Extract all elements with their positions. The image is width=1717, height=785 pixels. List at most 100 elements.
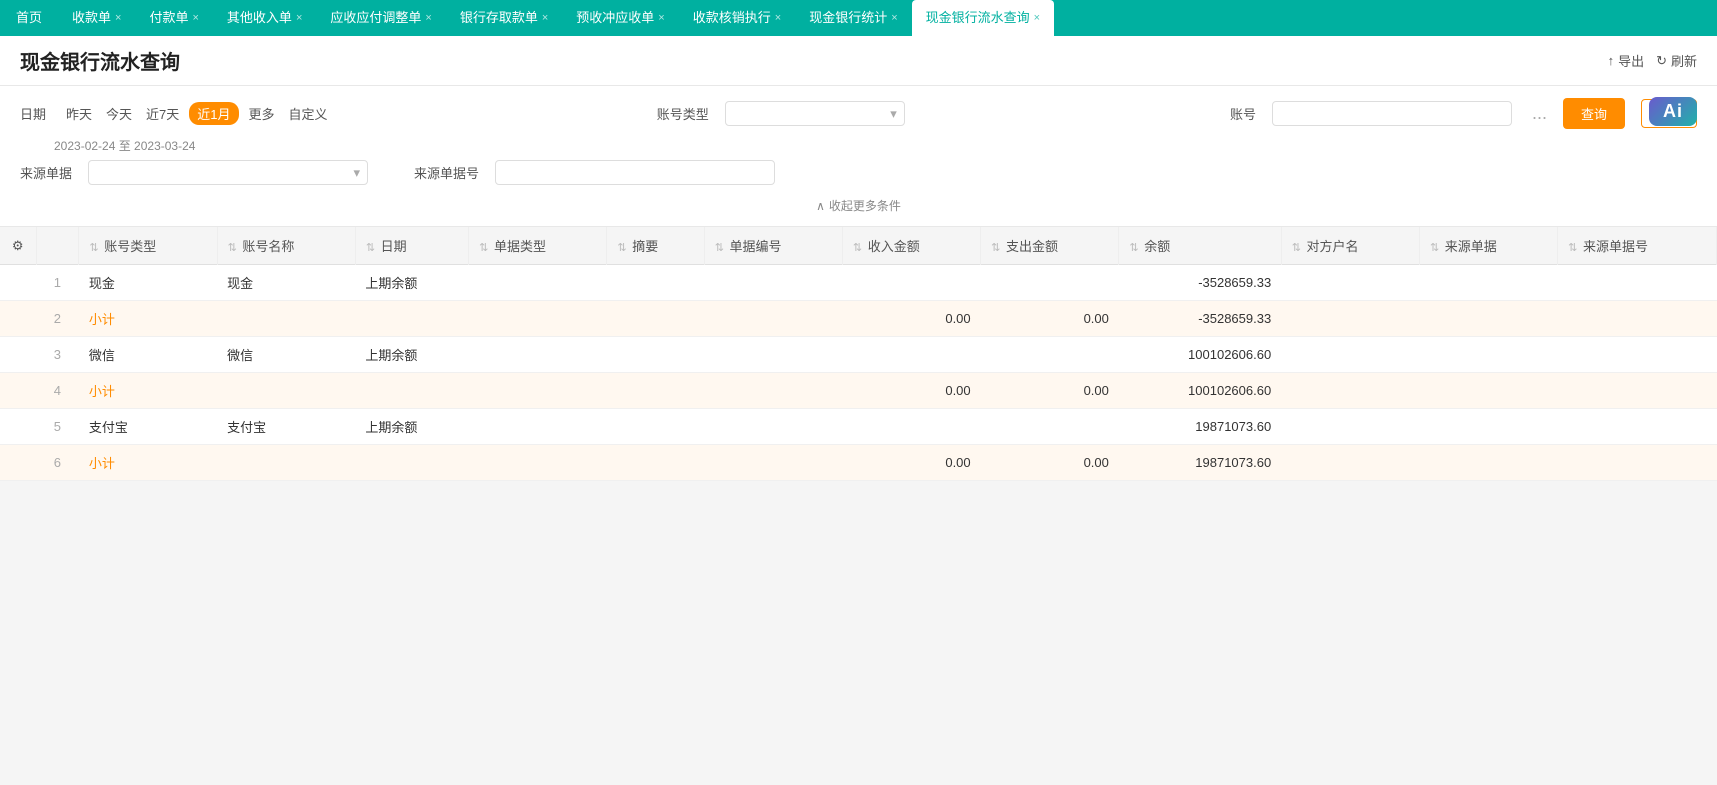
td-checkbox [0,265,36,301]
close-icon[interactable]: × [542,0,548,36]
nav-tab-qitashouru[interactable]: 其他收入单 × [213,0,316,36]
th-source-doc[interactable]: ⇅ 来源单据 [1419,227,1557,265]
td-income: 0.00 [842,373,980,409]
th-doc-no[interactable]: ⇅ 单据编号 [704,227,842,265]
th-account-type[interactable]: ⇅ 账号类型 [79,227,217,265]
td-source-doc-no [1558,409,1717,445]
td-counterparty [1281,409,1419,445]
sort-arrows-icon: ⇅ [366,242,375,254]
th-counterparty[interactable]: ⇅ 对方户名 [1281,227,1419,265]
th-summary[interactable]: ⇅ 摘要 [607,227,704,265]
close-icon[interactable]: × [658,0,664,36]
td-source-doc [1419,445,1557,481]
filter-row-1: 日期 昨天 今天 近7天 近1月 更多 自定义 账号类型 账号 ... 查询 设… [20,98,1697,129]
date-custom[interactable]: 自定义 [285,102,332,125]
th-income[interactable]: ⇅ 收入金额 [842,227,980,265]
close-icon[interactable]: × [775,0,781,36]
td-income [842,265,980,301]
account-type-select[interactable] [725,101,905,126]
nav-tab-yingshouyingfu[interactable]: 应收应付调整单 × [316,0,445,36]
td-account-type: 小计 [79,301,217,337]
td-income: 0.00 [842,445,980,481]
td-doc-no [704,445,842,481]
td-doc-type [469,265,607,301]
date-yesterday[interactable]: 昨天 [62,102,96,125]
td-balance: 100102606.60 [1119,337,1281,373]
nav-tab-yushouchong[interactable]: 预收冲应收单 × [562,0,678,36]
th-settings[interactable]: ⚙ [0,227,36,265]
ai-badge[interactable]: Ai [1649,97,1697,126]
nav-tab-fukuandan[interactable]: 付款单 × [135,0,212,36]
nav-tab-xianjinyinhang-query[interactable]: 现金银行流水查询 × [912,0,1054,36]
nav-tab-xianjinyinhang-stats[interactable]: 现金银行统计 × [795,0,911,36]
th-account-name[interactable]: ⇅ 账号名称 [217,227,355,265]
account-dots[interactable]: ... [1532,103,1547,124]
account-input[interactable] [1272,101,1512,126]
td-counterparty [1281,373,1419,409]
td-account-name: 支付宝 [217,409,355,445]
refresh-button[interactable]: ↻ 刷新 [1656,51,1697,70]
date-shortcuts: 昨天 今天 近7天 近1月 更多 自定义 [62,102,332,125]
td-account-type: 小计 [79,373,217,409]
th-doc-type[interactable]: ⇅ 单据类型 [469,227,607,265]
source-doc-no-label: 来源单据号 [414,163,479,182]
nav-tab-yinhangcunqukuan[interactable]: 银行存取款单 × [446,0,562,36]
td-doc-type [469,373,607,409]
td-doc-type [469,445,607,481]
th-row-num [36,227,79,265]
gear-icon[interactable]: ⚙ [12,238,24,253]
collapse-label: 收起更多条件 [829,197,901,214]
td-source-doc-no [1558,337,1717,373]
td-date: 上期余额 [355,265,468,301]
td-doc-no [704,265,842,301]
collapse-bar[interactable]: ∧ 收起更多条件 [20,193,1697,218]
source-doc-no-input[interactable] [495,160,775,185]
date-1month[interactable]: 近1月 [189,102,238,125]
table-row: 1现金现金上期余额-3528659.33 [0,265,1717,301]
td-date [355,373,468,409]
filter-row-2: 来源单据 来源单据号 [20,160,1697,185]
nav-tab-shoukuandan[interactable]: 收款单 × [58,0,135,36]
th-balance[interactable]: ⇅ 余额 [1119,227,1281,265]
close-icon[interactable]: × [891,0,897,36]
header-actions: ↑ 导出 ↻ 刷新 Ai [1608,51,1697,70]
td-expense [981,337,1119,373]
th-expense[interactable]: ⇅ 支出金额 [981,227,1119,265]
date-today[interactable]: 今天 [102,102,136,125]
td-expense: 0.00 [981,373,1119,409]
td-account-name: 微信 [217,337,355,373]
source-doc-select[interactable] [88,160,368,185]
close-icon[interactable]: × [296,0,302,36]
td-row-num: 4 [36,373,79,409]
sort-arrows-icon: ⇅ [89,242,98,254]
close-icon[interactable]: × [115,0,121,36]
td-account-type: 支付宝 [79,409,217,445]
td-source-doc-no [1558,301,1717,337]
export-button[interactable]: ↑ 导出 [1608,51,1645,70]
account-label: 账号 [1230,104,1256,123]
date-7days[interactable]: 近7天 [142,102,183,125]
td-income [842,337,980,373]
td-doc-type [469,409,607,445]
close-icon[interactable]: × [1034,0,1040,36]
date-more[interactable]: 更多 [245,102,279,125]
td-date: 上期余额 [355,337,468,373]
td-source-doc [1419,409,1557,445]
nav-tab-shoukuanhexiao[interactable]: 收款核销执行 × [679,0,795,36]
source-doc-label: 来源单据 [20,163,72,182]
query-button[interactable]: 查询 [1563,98,1625,129]
th-source-doc-no[interactable]: ⇅ 来源单据号 [1558,227,1717,265]
table-row: 2小计0.000.00-3528659.33 [0,301,1717,337]
close-icon[interactable]: × [192,0,198,36]
td-account-name: 现金 [217,265,355,301]
th-date[interactable]: ⇅ 日期 [355,227,468,265]
td-income [842,409,980,445]
td-doc-no [704,301,842,337]
td-expense: 0.00 [981,445,1119,481]
close-icon[interactable]: × [425,0,431,36]
td-summary [607,301,704,337]
td-checkbox [0,409,36,445]
sort-arrows-icon: ⇅ [1292,242,1301,254]
td-account-name [217,373,355,409]
nav-home[interactable]: 首页 [0,0,58,36]
